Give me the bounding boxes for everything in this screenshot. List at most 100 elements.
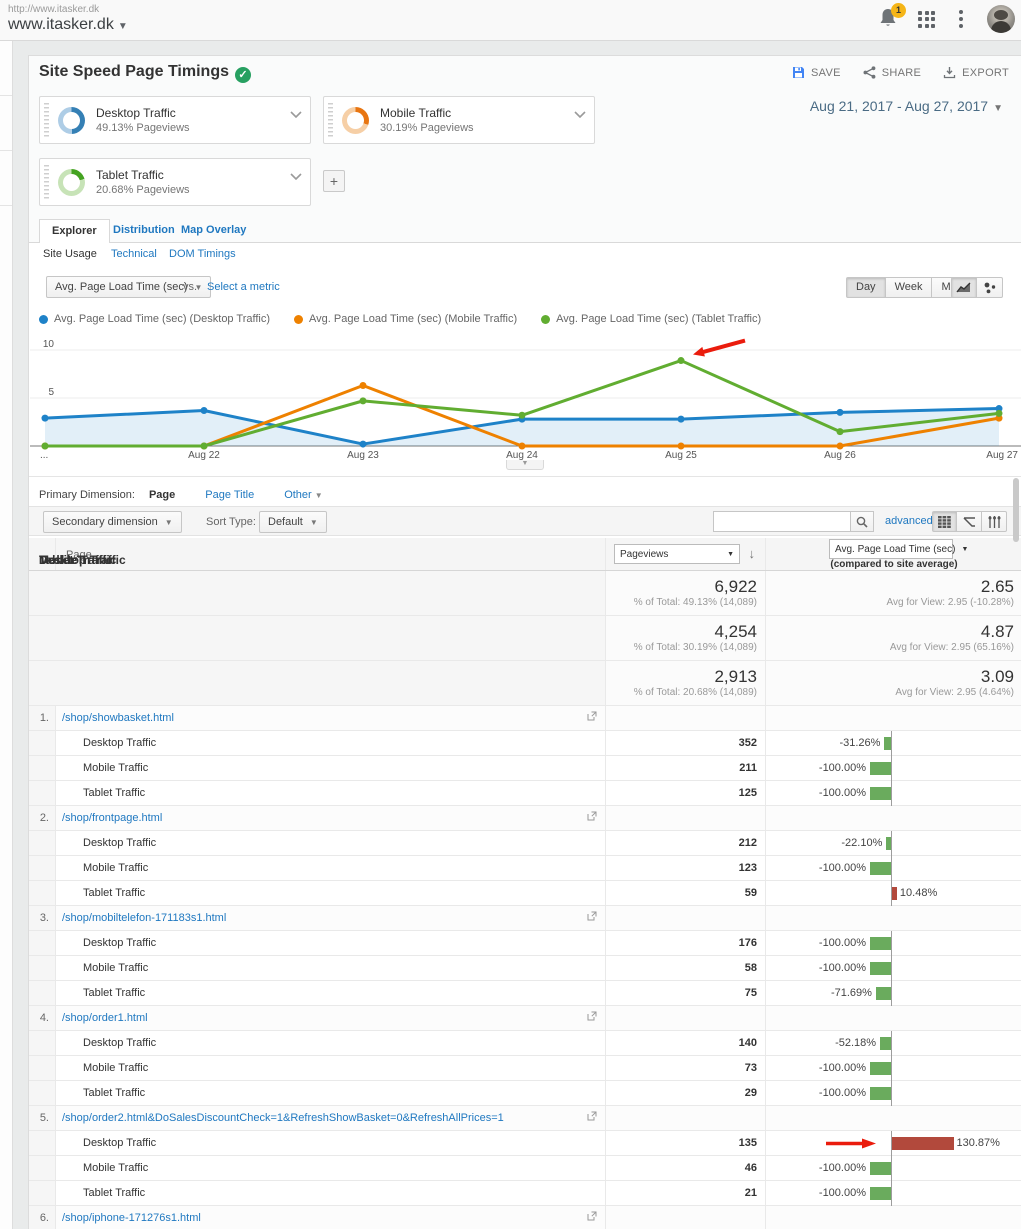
page-url-link[interactable]: /shop/order1.html [62,1012,148,1024]
granularity-day-button[interactable]: Day [846,277,886,298]
search-icon [856,516,868,528]
open-in-new-icon[interactable] [587,1111,597,1124]
desktop-donut-icon [58,107,85,134]
data-view-button[interactable] [932,511,957,532]
notifications-bell-icon[interactable]: 1 [878,3,906,31]
export-button[interactable]: EXPORT [943,66,1009,79]
save-button[interactable]: SAVE [792,66,841,79]
segment-row-mobile-traffic: Mobile Traffic 123 -100.00% [29,856,1021,881]
subtab-dom-timings[interactable]: DOM Timings [169,248,236,260]
page-url-link[interactable]: /shop/frontpage.html [62,812,162,824]
advanced-filter-link[interactable]: advanced [885,515,933,527]
share-button[interactable]: SHARE [863,66,921,79]
add-segment-button[interactable]: + [323,170,345,192]
page-url-link[interactable]: /shop/order2.html&DoSalesDiscountCheck=1… [62,1112,504,1124]
delta-bar [870,787,891,800]
column-header-page[interactable]: Page [56,538,606,570]
delta-bar [880,1037,891,1050]
legend-item: Avg. Page Load Time (sec) (Tablet Traffi… [541,313,761,325]
select-metric-link[interactable]: Select a metric [207,281,280,293]
tab-explorer[interactable]: Explorer [39,219,110,243]
performance-view-button[interactable] [957,511,982,532]
svg-text:Aug 22: Aug 22 [188,450,220,461]
chevron-down-icon: ▼ [314,491,323,500]
timeseries-chart: 5 10... Aug 22 Aug 23 Aug 24 Aug 25 Aug 26 Aug … [30,330,1021,466]
primary-dimension-other[interactable]: Other ▼ [284,489,322,501]
summary-pageviews-cell: 2,913% of Total: 20.68% (14,089) [606,661,766,705]
svg-text:Aug 25: Aug 25 [665,450,697,461]
open-in-new-icon[interactable] [587,711,597,724]
segment-label: Desktop Traffic [83,837,157,849]
page-url-link[interactable]: /shop/showbasket.html [62,712,174,724]
segment-row-tablet-traffic: Tablet Traffic 75 -71.69% [29,981,1021,1006]
primary-dimension-page-title[interactable]: Page Title [205,489,254,501]
segment-card-tablet[interactable]: Tablet Traffic 20.68% Pageviews [39,158,311,206]
open-in-new-icon[interactable] [587,911,597,924]
pageviews-value: 75 [744,987,757,999]
drag-handle[interactable] [328,103,333,137]
summary-row-tablet-traffic: Tablet Traffic 2,913% of Total: 20.68% (1… [29,553,1021,706]
bar-axis [891,856,892,881]
chevron-down-icon[interactable] [290,167,302,185]
sort-type-dropdown[interactable]: Default ▼ [259,511,327,533]
chevron-down-icon[interactable] [574,105,586,123]
date-range-selector[interactable]: Aug 21, 2017 - Aug 27, 2017 ▼ [810,98,1003,114]
summary-label-cell: Desktop Traffic [29,553,606,615]
row-index: 4. [29,1006,56,1030]
metric-note: Avg for View: 2.95 (-10.28%) [886,597,1014,608]
pageviews-column-dropdown[interactable]: Pageviews ▼ [614,544,740,564]
search-input[interactable] [713,511,851,532]
open-in-new-icon[interactable] [587,1211,597,1224]
apps-grid-icon[interactable] [918,10,935,28]
segment-name: Mobile Traffic [380,106,452,120]
open-in-new-icon[interactable] [587,811,597,824]
segment-card-desktop[interactable]: Desktop Traffic 49.13% Pageviews [39,96,311,144]
drag-handle[interactable] [44,165,49,199]
segment-row-mobile-traffic: Mobile Traffic 46 -100.00% [29,1156,1021,1181]
segment-label: Mobile Traffic [83,962,149,974]
summary-row-desktop-traffic: Desktop Traffic 6,922% of Total: 49.13% (… [29,553,1021,616]
metric-total: 2.65 [980,577,1014,596]
more-menu-icon[interactable] [953,8,969,30]
pageviews-value: 125 [738,787,757,799]
line-chart-view-button[interactable] [951,277,977,298]
collapsed-left-nav[interactable] [0,41,13,1229]
search-button[interactable] [850,511,874,532]
pivot-view-button[interactable] [982,511,1007,532]
segment-label: Mobile Traffic [83,1162,149,1174]
metric-note: Avg for View: 2.95 (65.16%) [889,642,1014,653]
sort-direction-icon[interactable]: ↓ [749,546,756,561]
segment-row-tablet-traffic: Tablet Traffic 21 -100.00% [29,1181,1021,1206]
segment-label: Desktop Traffic [83,737,157,749]
segment-label: Tablet Traffic [83,787,146,799]
avatar[interactable] [987,5,1015,33]
subtab-technical[interactable]: Technical [111,248,157,260]
page-url-link[interactable]: /shop/mobiltelefon-171183s1.html [62,912,226,924]
motion-chart-view-button[interactable] [977,277,1003,298]
legend-dot-icon [294,314,304,324]
table-row: 2. /shop/frontpage.html [29,806,1021,831]
page-url-link[interactable]: /shop/iphone-171276s1.html [62,1212,201,1224]
subtab-site-usage[interactable]: Site Usage [43,248,97,260]
chevron-down-icon[interactable] [290,105,302,123]
bar-axis [891,1181,892,1206]
delta-percent: -22.10% [841,837,883,849]
delta-bar [870,937,891,950]
chart-expander[interactable]: ▼ [506,460,544,470]
performance-view-icon [962,516,975,527]
segment-card-mobile[interactable]: Mobile Traffic 30.19% Pageviews [323,96,595,144]
drag-handle[interactable] [44,103,49,137]
svg-text:Aug 23: Aug 23 [347,450,379,461]
scrollbar-thumb[interactable] [1013,478,1019,542]
summary-pageviews-cell: 6,922% of Total: 49.13% (14,089) [606,571,766,615]
open-in-new-icon[interactable] [587,1011,597,1024]
primary-dimension-page[interactable]: Page [149,489,175,501]
secondary-dimension-dropdown[interactable]: Secondary dimension ▼ [43,511,182,533]
summary-label-cell: Tablet Traffic [29,553,606,705]
tab-map-overlay[interactable]: Map Overlay [169,219,258,243]
summary-metric-cell: 4.87 Avg for View: 2.95 (65.16%) [766,616,1021,660]
metric-column-dropdown[interactable]: Avg. Page Load Time (sec) ▼ [829,539,968,559]
account-selector[interactable]: www.itasker.dk ▼ [8,16,128,34]
table-row: 1. /shop/showbasket.html [29,706,1021,731]
granularity-week-button[interactable]: Week [885,277,933,298]
